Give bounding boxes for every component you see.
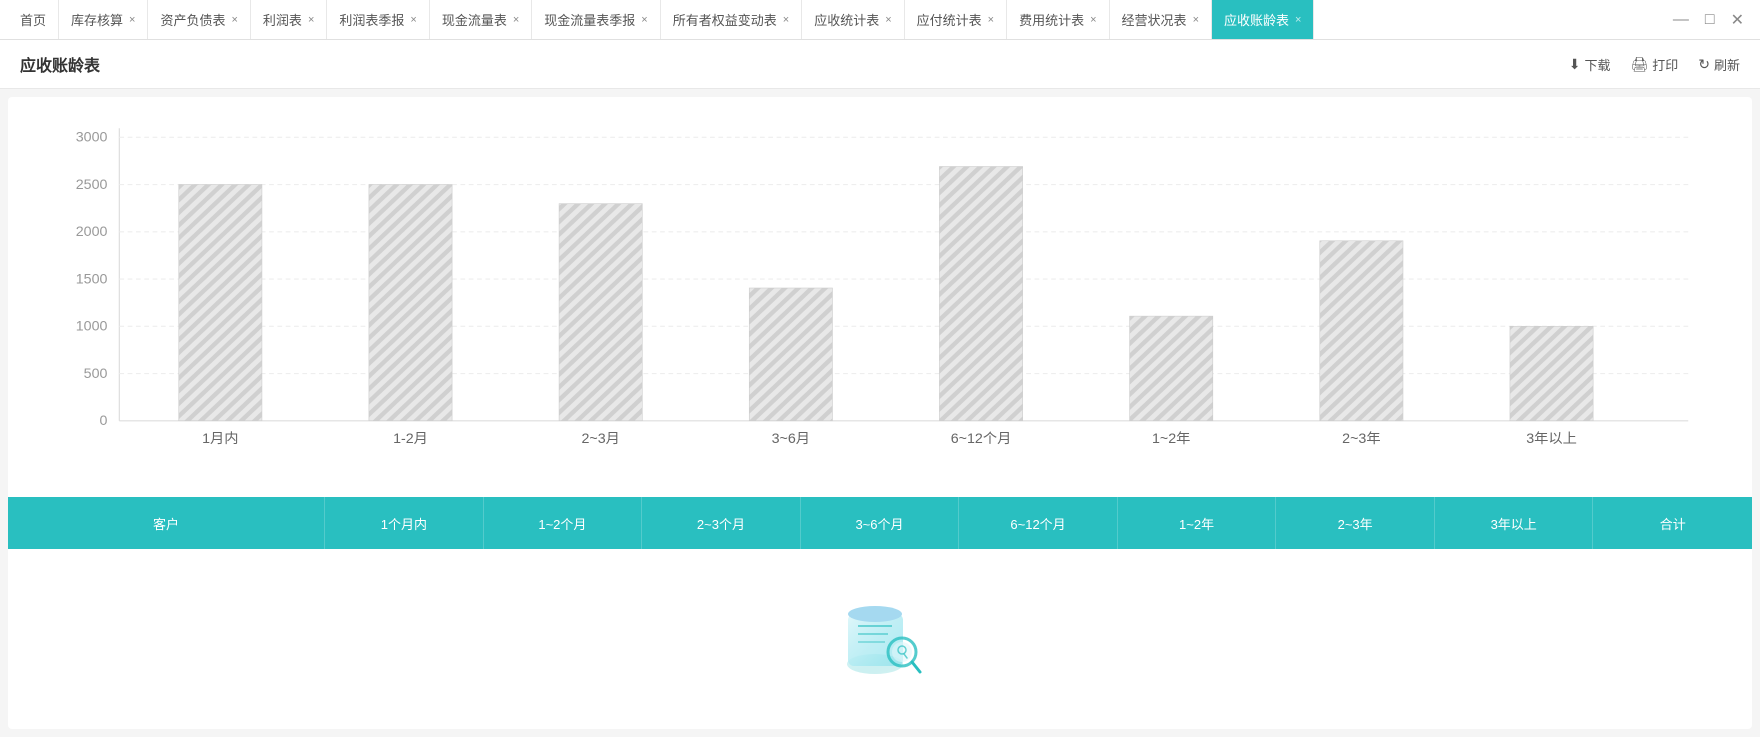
minimize-button[interactable]: — [1669, 9, 1693, 31]
svg-text:6~12个月: 6~12个月 [951, 431, 1012, 447]
svg-text:3~6月: 3~6月 [772, 431, 810, 447]
window-controls: — □ ✕ [1669, 8, 1752, 32]
tab-aging[interactable]: 应收账龄表 × [1212, 0, 1314, 39]
tab-payable-stats[interactable]: 应付统计表 × [905, 0, 1007, 39]
tab-equity[interactable]: 所有者权益变动表 × [661, 0, 802, 39]
tab-bar: 首页 库存核算 × 资产负债表 × 利润表 × 利润表季报 × 现金流量表 × … [0, 0, 1760, 40]
bar-chart: 0 500 1000 1500 2000 2500 3000 1月内 1-2月 [48, 117, 1712, 477]
tab-receivable-stats[interactable]: 应收统计表 × [802, 0, 904, 39]
svg-text:3000: 3000 [76, 129, 108, 145]
chart-area: 0 500 1000 1500 2000 2500 3000 1月内 1-2月 [8, 97, 1752, 497]
col-3-6month: 3~6个月 [801, 497, 960, 549]
bar-3plus-year [1510, 326, 1593, 421]
bar-2-3month [559, 204, 642, 421]
svg-text:1-2月: 1-2月 [393, 431, 428, 447]
col-total: 合计 [1593, 497, 1752, 549]
col-6-12month: 6~12个月 [959, 497, 1118, 549]
tab-cashflow-quarterly[interactable]: 现金流量表季报 × [532, 0, 660, 39]
col-1-2year: 1~2年 [1118, 497, 1277, 549]
svg-text:1000: 1000 [76, 318, 108, 334]
tab-close-expense-stats[interactable]: × [1090, 14, 1096, 26]
bar-2-3year [1320, 241, 1403, 421]
bar-1-2year [1130, 316, 1213, 421]
col-3plus-year: 3年以上 [1435, 497, 1594, 549]
bar-1-2month [369, 185, 452, 421]
print-icon: 🖨 [1630, 56, 1648, 73]
bar-3-6month [749, 288, 832, 421]
table-header: 客户 1个月内 1~2个月 2~3个月 3~6个月 6~12个月 1~2年 2~… [8, 497, 1752, 549]
download-icon: ⬇ [1569, 56, 1581, 73]
tab-inventory[interactable]: 库存核算 × [59, 0, 148, 39]
col-customer: 客户 [8, 497, 325, 549]
col-2-3year: 2~3年 [1276, 497, 1435, 549]
tab-home[interactable]: 首页 [8, 0, 59, 39]
col-1-2month: 1~2个月 [484, 497, 643, 549]
col-1month: 1个月内 [325, 497, 484, 549]
col-2-3month: 2~3个月 [642, 497, 801, 549]
bar-6-12month [939, 167, 1022, 421]
refresh-button[interactable]: ↻ 刷新 [1698, 55, 1740, 74]
tab-cashflow[interactable]: 现金流量表 × [430, 0, 532, 39]
svg-text:1500: 1500 [76, 271, 108, 287]
svg-text:1~2年: 1~2年 [1152, 431, 1191, 447]
svg-text:2500: 2500 [76, 176, 108, 192]
svg-text:0: 0 [100, 413, 108, 429]
empty-state [8, 549, 1752, 729]
tab-close-cashflow[interactable]: × [513, 14, 519, 26]
download-button[interactable]: ⬇ 下载 [1569, 55, 1611, 74]
bar-1-month [179, 185, 262, 421]
tab-expense-stats[interactable]: 费用统计表 × [1007, 0, 1109, 39]
empty-illustration [830, 594, 930, 684]
svg-text:1月内: 1月内 [202, 431, 238, 447]
tab-close-aging[interactable]: × [1295, 14, 1301, 26]
tab-close-balance[interactable]: × [231, 14, 237, 26]
tab-close-equity[interactable]: × [783, 14, 789, 26]
page-header: 应收账龄表 ⬇ 下载 🖨 打印 ↻ 刷新 [0, 40, 1760, 89]
tab-operations[interactable]: 经营状况表 × [1110, 0, 1212, 39]
tab-close-profit-quarterly[interactable]: × [410, 14, 416, 26]
page-title: 应收账龄表 [20, 52, 100, 76]
print-button[interactable]: 🖨 打印 [1630, 55, 1678, 74]
tab-close-receivable-stats[interactable]: × [885, 14, 891, 26]
tab-close-cashflow-quarterly[interactable]: × [641, 14, 647, 26]
header-actions: ⬇ 下载 🖨 打印 ↻ 刷新 [1569, 55, 1740, 74]
maximize-button[interactable]: □ [1701, 9, 1719, 31]
svg-text:500: 500 [84, 365, 108, 381]
empty-icon [830, 594, 930, 684]
svg-text:2000: 2000 [76, 224, 108, 240]
svg-text:2~3月: 2~3月 [581, 431, 619, 447]
main-content: 0 500 1000 1500 2000 2500 3000 1月内 1-2月 [8, 97, 1752, 729]
svg-text:2~3年: 2~3年 [1342, 431, 1381, 447]
tab-profit[interactable]: 利润表 × [251, 0, 327, 39]
tab-balance[interactable]: 资产负债表 × [148, 0, 250, 39]
refresh-icon: ↻ [1698, 56, 1710, 73]
tab-close-profit[interactable]: × [308, 14, 314, 26]
close-button[interactable]: ✕ [1727, 8, 1748, 32]
tab-close-operations[interactable]: × [1193, 14, 1199, 26]
tab-close-payable-stats[interactable]: × [988, 14, 994, 26]
tab-profit-quarterly[interactable]: 利润表季报 × [327, 0, 429, 39]
tab-close-inventory[interactable]: × [129, 14, 135, 26]
svg-text:3年以上: 3年以上 [1526, 431, 1577, 447]
